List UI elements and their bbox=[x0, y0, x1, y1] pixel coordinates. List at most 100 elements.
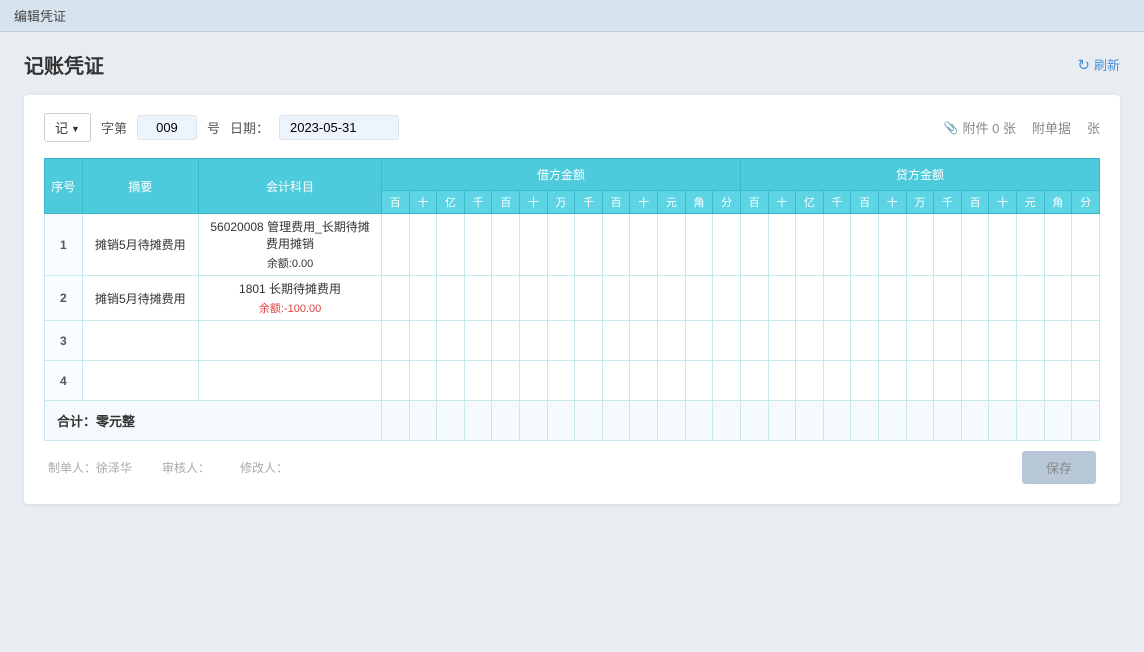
c4-7[interactable] bbox=[934, 361, 962, 401]
d1-5[interactable] bbox=[520, 214, 548, 276]
refresh-button[interactable]: 刷新 bbox=[1077, 55, 1120, 74]
d3-5[interactable] bbox=[520, 321, 548, 361]
c3-7[interactable] bbox=[934, 321, 962, 361]
d1-0[interactable] bbox=[381, 214, 409, 276]
c4-2[interactable] bbox=[796, 361, 824, 401]
d1-4[interactable] bbox=[492, 214, 520, 276]
c2-5[interactable] bbox=[878, 276, 906, 321]
c2-7[interactable] bbox=[934, 276, 962, 321]
d4-0[interactable] bbox=[381, 361, 409, 401]
c1-5[interactable] bbox=[878, 214, 906, 276]
d4-4[interactable] bbox=[492, 361, 520, 401]
d2-11[interactable] bbox=[685, 276, 713, 321]
d2-0[interactable] bbox=[381, 276, 409, 321]
c3-6[interactable] bbox=[906, 321, 934, 361]
c3-2[interactable] bbox=[796, 321, 824, 361]
d4-1[interactable] bbox=[409, 361, 437, 401]
type-select-button[interactable]: 记 bbox=[44, 113, 91, 142]
d4-2[interactable] bbox=[437, 361, 465, 401]
d3-8[interactable] bbox=[602, 321, 630, 361]
c2-10[interactable] bbox=[1017, 276, 1045, 321]
c1-9[interactable] bbox=[989, 214, 1017, 276]
c4-10[interactable] bbox=[1017, 361, 1045, 401]
c1-12[interactable] bbox=[1072, 214, 1100, 276]
row-summary-1[interactable]: 摊销5月待摊费用 bbox=[82, 214, 199, 276]
c2-3[interactable] bbox=[823, 276, 851, 321]
d3-2[interactable] bbox=[437, 321, 465, 361]
d2-7[interactable] bbox=[575, 276, 603, 321]
d1-7[interactable] bbox=[575, 214, 603, 276]
d3-3[interactable] bbox=[464, 321, 492, 361]
c2-0[interactable] bbox=[740, 276, 768, 321]
d2-4[interactable] bbox=[492, 276, 520, 321]
c3-4[interactable] bbox=[851, 321, 879, 361]
d3-10[interactable] bbox=[658, 321, 686, 361]
d1-2[interactable] bbox=[437, 214, 465, 276]
row-summary-4[interactable] bbox=[82, 361, 199, 401]
c1-0[interactable] bbox=[740, 214, 768, 276]
attach-link[interactable]: 附件 0 张 bbox=[944, 118, 1016, 137]
d3-0[interactable] bbox=[381, 321, 409, 361]
c2-12[interactable] bbox=[1072, 276, 1100, 321]
d4-5[interactable] bbox=[520, 361, 548, 401]
save-button[interactable]: 保存 bbox=[1022, 451, 1096, 484]
c2-4[interactable] bbox=[851, 276, 879, 321]
row-account-2[interactable]: 1801 长期待摊费用 余额:-100.00 bbox=[199, 276, 382, 321]
voucher-number-input[interactable] bbox=[137, 115, 197, 140]
d3-12[interactable] bbox=[713, 321, 741, 361]
d4-6[interactable] bbox=[547, 361, 575, 401]
row-account-3[interactable] bbox=[199, 321, 382, 361]
d4-3[interactable] bbox=[464, 361, 492, 401]
d4-10[interactable] bbox=[658, 361, 686, 401]
d2-1[interactable] bbox=[409, 276, 437, 321]
c2-11[interactable] bbox=[1044, 276, 1072, 321]
c4-6[interactable] bbox=[906, 361, 934, 401]
d1-8[interactable] bbox=[602, 214, 630, 276]
c4-1[interactable] bbox=[768, 361, 796, 401]
c1-2[interactable] bbox=[796, 214, 824, 276]
c4-4[interactable] bbox=[851, 361, 879, 401]
c2-9[interactable] bbox=[989, 276, 1017, 321]
table-row[interactable]: 3 bbox=[45, 321, 1100, 361]
row-account-4[interactable] bbox=[199, 361, 382, 401]
c3-9[interactable] bbox=[989, 321, 1017, 361]
d3-6[interactable] bbox=[547, 321, 575, 361]
row-summary-2[interactable]: 摊销5月待摊费用 bbox=[82, 276, 199, 321]
c4-8[interactable] bbox=[961, 361, 989, 401]
d2-12[interactable] bbox=[713, 276, 741, 321]
c3-8[interactable] bbox=[961, 321, 989, 361]
d4-12[interactable] bbox=[713, 361, 741, 401]
c3-11[interactable] bbox=[1044, 321, 1072, 361]
d1-9[interactable] bbox=[630, 214, 658, 276]
c2-8[interactable] bbox=[961, 276, 989, 321]
c3-10[interactable] bbox=[1017, 321, 1045, 361]
row-summary-3[interactable] bbox=[82, 321, 199, 361]
c3-1[interactable] bbox=[768, 321, 796, 361]
d2-9[interactable] bbox=[630, 276, 658, 321]
c4-11[interactable] bbox=[1044, 361, 1072, 401]
c3-12[interactable] bbox=[1072, 321, 1100, 361]
d1-1[interactable] bbox=[409, 214, 437, 276]
d2-2[interactable] bbox=[437, 276, 465, 321]
table-row[interactable]: 4 bbox=[45, 361, 1100, 401]
c4-3[interactable] bbox=[823, 361, 851, 401]
d1-3[interactable] bbox=[464, 214, 492, 276]
c4-9[interactable] bbox=[989, 361, 1017, 401]
c1-10[interactable] bbox=[1017, 214, 1045, 276]
date-input[interactable] bbox=[279, 115, 399, 140]
c4-12[interactable] bbox=[1072, 361, 1100, 401]
d2-10[interactable] bbox=[658, 276, 686, 321]
d1-12[interactable] bbox=[713, 214, 741, 276]
d2-8[interactable] bbox=[602, 276, 630, 321]
d4-11[interactable] bbox=[685, 361, 713, 401]
d3-11[interactable] bbox=[685, 321, 713, 361]
c1-4[interactable] bbox=[851, 214, 879, 276]
c1-1[interactable] bbox=[768, 214, 796, 276]
c1-11[interactable] bbox=[1044, 214, 1072, 276]
d1-10[interactable] bbox=[658, 214, 686, 276]
table-row[interactable]: 2 摊销5月待摊费用 1801 长期待摊费用 余额:-100.00 bbox=[45, 276, 1100, 321]
c2-2[interactable] bbox=[796, 276, 824, 321]
row-account-1[interactable]: 56020008 管理费用_长期待摊费用摊销 余额:0.00 bbox=[199, 214, 382, 276]
c3-3[interactable] bbox=[823, 321, 851, 361]
d4-9[interactable] bbox=[630, 361, 658, 401]
